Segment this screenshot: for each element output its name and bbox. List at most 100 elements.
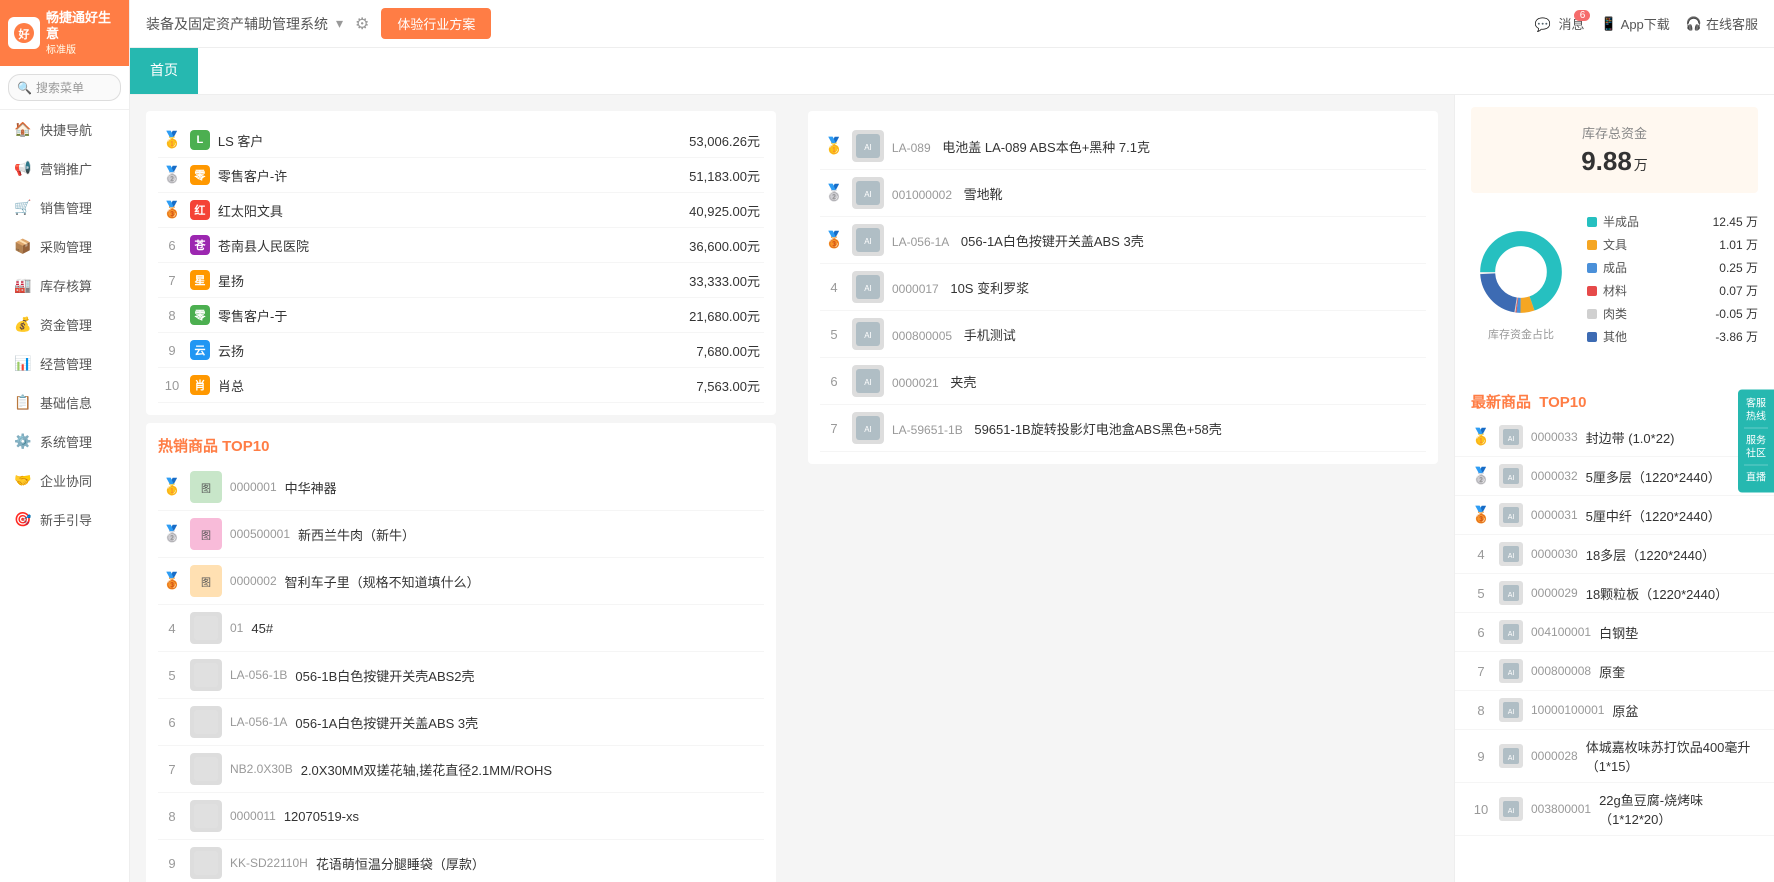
legend-label-4: 材料 [1603, 282, 1713, 299]
svg-text:图: 图 [201, 577, 211, 589]
svg-text:AI: AI [1508, 670, 1515, 677]
right-panel: 库存总资金 9.88 万 [1454, 95, 1774, 882]
svg-text:AI: AI [1508, 631, 1515, 638]
headset-icon: 🎧 [1686, 16, 1702, 32]
online-service-button[interactable]: 🎧 在线客服 [1686, 14, 1758, 33]
system-title: 装备及固定资产辅助管理系统 [146, 14, 328, 34]
trial-button[interactable]: 体验行业方案 [381, 8, 491, 39]
page-nav: 首页 [130, 48, 1774, 95]
hot-product-name-4: 45# [251, 621, 273, 636]
hot-medal-1: 🥇 [162, 477, 182, 497]
new-product-name-1: 封边带 (1.0*22) [1586, 428, 1758, 447]
nav-enterprise[interactable]: 🤝 企业协同 [0, 461, 129, 500]
nav-purchase[interactable]: 📦 采购管理 [0, 227, 129, 266]
legend-item-1: 半成品 12.45 万 [1587, 213, 1758, 230]
hot-product-code-9: KK-SD22110H [230, 856, 308, 870]
customer-name-8: 肖总 [218, 376, 688, 395]
new-product-thumb-7: AI [1499, 659, 1523, 683]
customer-rank-row-6: 8 零 零售客户-于 21,680.00元 [158, 298, 764, 333]
sidebar: 好 畅捷通好生意 标准版 🔍 搜索菜单 🏠 快捷导航 📢 营销推广 🛒 销售管理… [0, 0, 130, 882]
product-rank-row-1: 🥇 AI LA-089 电池盖 LA-089 ABS本色+黑种 7.1克 [820, 123, 1426, 170]
new-medal-2: 🥈 [1471, 466, 1491, 486]
svg-text:AI: AI [1508, 808, 1515, 815]
gold-medal-icon: 🥇 [162, 130, 182, 150]
system-selector[interactable]: 装备及固定资产辅助管理系统 ▾ [146, 14, 343, 34]
customer-icon-6: 零 [190, 305, 210, 325]
svg-text:AI: AI [1508, 592, 1515, 599]
hot-product-code-3: 0000002 [230, 574, 277, 588]
nav-purchase-icon: 📦 [14, 238, 32, 256]
settings-icon[interactable]: ⚙ [355, 14, 369, 34]
hot-product-name-8: 12070519-xs [284, 809, 359, 824]
content-area: 🥇 L LS 客户 53,006.26元 🥈 零 零售客户-许 51,183.0… [130, 95, 1774, 882]
hot-products-section: 热销商品 TOP10 🥇 图 0000001 中华神器 [146, 423, 776, 882]
nav-finance-icon: 💰 [14, 316, 32, 334]
svg-text:AI: AI [864, 190, 872, 199]
customer-name-1: LS 客户 [218, 131, 681, 150]
customer-icon-4: 苍 [190, 235, 210, 255]
new-product-name-10: 22g鱼豆腐-烧烤味（1*12*20） [1599, 790, 1758, 828]
customer-service-hotline-button[interactable]: 客服 热线 [1744, 394, 1768, 429]
new-product-thumb-8: AI [1499, 698, 1523, 722]
customer-icon-3: 红 [190, 200, 210, 220]
new-product-code-1: 0000033 [1531, 430, 1578, 444]
svg-text:好: 好 [18, 27, 30, 41]
new-product-row-5: 5 AI 0000029 18颗粒板（1220*2440） [1455, 574, 1774, 613]
legend-value-6: -3.86 万 [1715, 328, 1758, 345]
product-rank-row-7: 7 AI LA-59651-1B 59651-1B旋转投影灯电池盒ABS黑色+5… [820, 405, 1426, 452]
customer-value-2: 51,183.00元 [689, 166, 760, 185]
svg-text:AI: AI [864, 284, 872, 293]
nav-marketing[interactable]: 📢 营销推广 [0, 149, 129, 188]
customer-value-4: 36,600.00元 [689, 236, 760, 255]
nav-guide[interactable]: 🎯 新手引导 [0, 500, 129, 539]
nav-operations[interactable]: 📊 经营管理 [0, 344, 129, 383]
app-download-button[interactable]: 📱 App下载 [1600, 14, 1669, 33]
product-name-6: 夹壳 [950, 375, 976, 390]
livestream-button[interactable]: 直播 [1744, 468, 1768, 489]
legend-item-2: 文具 1.01 万 [1587, 236, 1758, 253]
legend-color-2 [1587, 240, 1597, 250]
service-community-button[interactable]: 服务 社区 [1744, 431, 1768, 466]
new-product-name-6: 白钢垫 [1599, 623, 1758, 642]
customer-ranking-section: 🥇 L LS 客户 53,006.26元 🥈 零 零售客户-许 51,183.0… [146, 111, 776, 415]
nav-sales[interactable]: 🛒 销售管理 [0, 188, 129, 227]
hot-product-row-1: 🥇 图 0000001 中华神器 [158, 464, 764, 511]
customer-name-6: 零售客户-于 [218, 306, 681, 325]
nav-inventory-label: 库存核算 [40, 276, 92, 295]
tab-home[interactable]: 首页 [130, 48, 198, 94]
nav-quick[interactable]: 🏠 快捷导航 [0, 110, 129, 149]
new-products-title: 最新商品 TOP10 [1455, 379, 1774, 418]
search-menu-button[interactable]: 🔍 搜索菜单 [8, 74, 121, 101]
legend-label-2: 文具 [1603, 236, 1713, 253]
new-medal-3: 🥉 [1471, 505, 1491, 525]
nav-system[interactable]: ⚙️ 系统管理 [0, 422, 129, 461]
product-code-2: 001000002 [892, 188, 952, 202]
new-product-name-8: 原盆 [1612, 701, 1758, 720]
search-icon: 🔍 [17, 81, 32, 95]
product-ranking-list: 🥇 AI LA-089 电池盖 LA-089 ABS本色+黑种 7.1克 🥈 A… [820, 123, 1426, 452]
dropdown-icon: ▾ [336, 15, 343, 32]
nav-sales-icon: 🛒 [14, 199, 32, 217]
topbar-right: 💬 6 消息 📱 App下载 🎧 在线客服 [1535, 14, 1758, 33]
customer-icon-2: 零 [190, 165, 210, 185]
nav-purchase-label: 采购管理 [40, 237, 92, 256]
new-products-top-label: TOP10 [1539, 394, 1586, 411]
app-download-label: App下载 [1621, 14, 1670, 33]
new-product-code-9: 0000028 [1531, 749, 1578, 763]
product-code-1: LA-089 [892, 141, 931, 155]
nav-inventory[interactable]: 🏭 库存核算 [0, 266, 129, 305]
nav-finance[interactable]: 💰 资金管理 [0, 305, 129, 344]
product-name-7: 59651-1B旋转投影灯电池盒ABS黑色+58壳 [974, 422, 1221, 437]
nav-basic-info[interactable]: 📋 基础信息 [0, 383, 129, 422]
hot-product-thumb-3: 图 [190, 565, 222, 597]
new-product-row-1: 🥇 AI 0000033 封边带 (1.0*22) [1455, 418, 1774, 457]
nav-guide-icon: 🎯 [14, 511, 32, 529]
svg-text:AI: AI [1508, 475, 1515, 482]
hot-product-name-2: 新西兰牛肉（新牛） [298, 525, 415, 544]
svg-text:AI: AI [864, 237, 872, 246]
product-name-2: 雪地靴 [964, 187, 1003, 202]
inventory-unit: 万 [1634, 155, 1648, 175]
online-service-label: 在线客服 [1706, 14, 1758, 33]
message-badge-container[interactable]: 💬 6 消息 [1535, 14, 1585, 33]
product-name-3: 056-1A白色按键开关盖ABS 3壳 [961, 234, 1144, 249]
